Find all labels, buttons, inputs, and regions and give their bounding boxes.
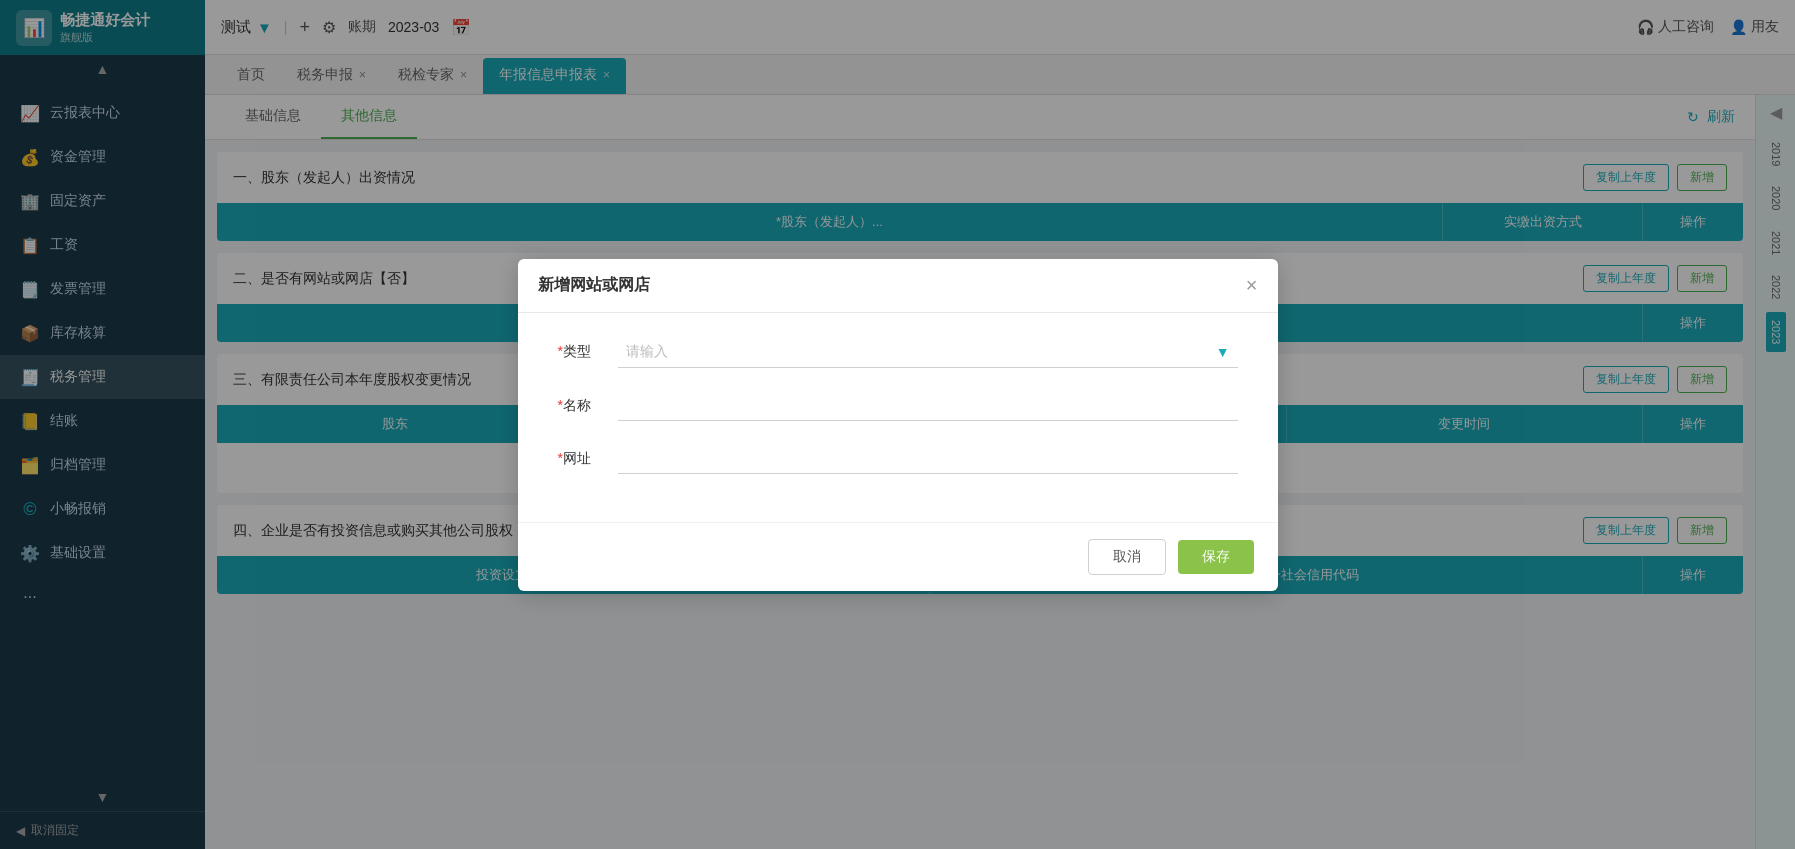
dialog-footer: 取消 保存 — [518, 522, 1278, 591]
type-placeholder: 请输入 — [626, 343, 1216, 361]
url-label: *网址 — [558, 450, 618, 468]
name-input[interactable] — [618, 392, 1238, 421]
required-asterisk: * — [558, 450, 563, 466]
required-asterisk: * — [558, 397, 563, 413]
form-row-name: *名称 — [558, 392, 1238, 421]
form-row-url: *网址 — [558, 445, 1238, 474]
form-row-type: *类型 请输入 ▼ — [558, 337, 1238, 368]
dialog-close-button[interactable]: × — [1246, 275, 1258, 295]
required-asterisk: * — [558, 343, 563, 359]
cancel-button[interactable]: 取消 — [1088, 539, 1166, 575]
type-select[interactable]: 请输入 ▼ — [618, 337, 1238, 368]
add-website-dialog: 新增网站或网店 × *类型 请输入 ▼ *名称 — [518, 259, 1278, 591]
dialog-header: 新增网站或网店 × — [518, 259, 1278, 313]
dialog-body: *类型 请输入 ▼ *名称 *网址 — [518, 313, 1278, 522]
url-input[interactable] — [618, 445, 1238, 474]
dialog-title: 新增网站或网店 — [538, 275, 650, 296]
save-button[interactable]: 保存 — [1178, 540, 1254, 574]
dialog-overlay: 新增网站或网店 × *类型 请输入 ▼ *名称 — [0, 0, 1795, 849]
type-label: *类型 — [558, 343, 618, 361]
name-label: *名称 — [558, 397, 618, 415]
dropdown-arrow-icon: ▼ — [1216, 344, 1230, 360]
